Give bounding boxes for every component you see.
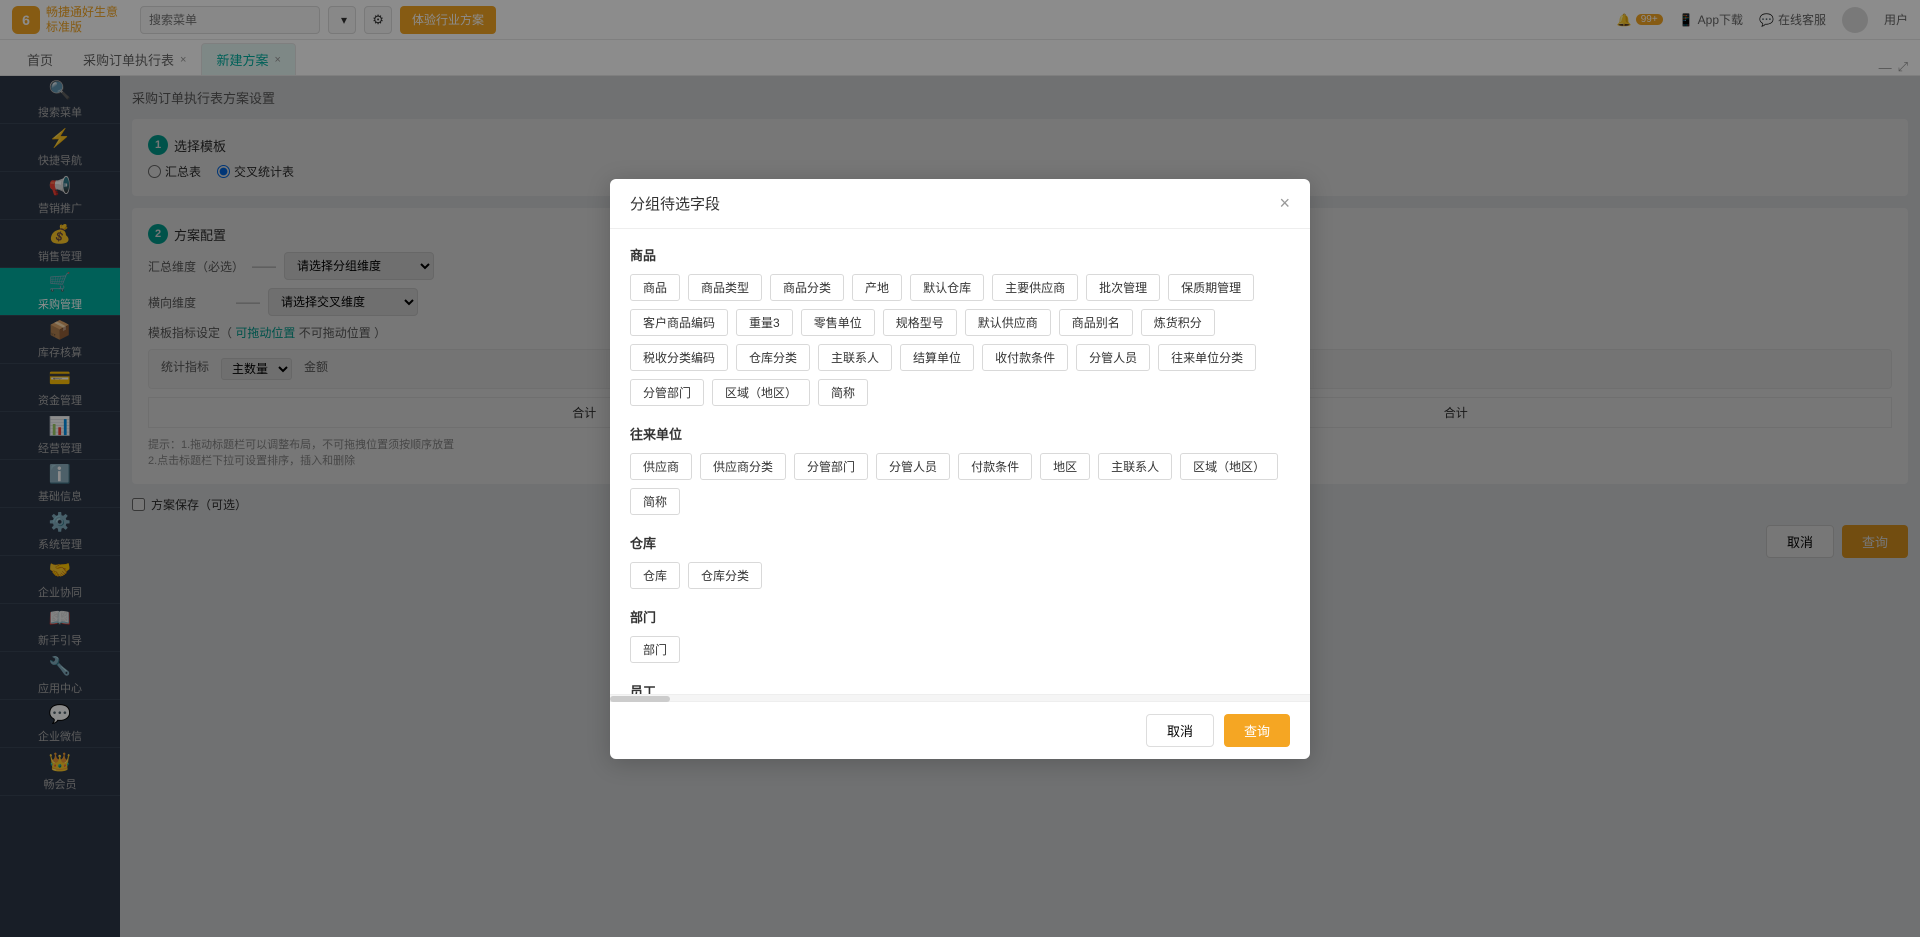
section-title-warehouse: 仓库 bbox=[630, 533, 1290, 552]
field-tag[interactable]: 零售单位 bbox=[801, 309, 875, 336]
section-title-partner: 往来单位 bbox=[630, 424, 1290, 443]
field-tag[interactable]: 炼货积分 bbox=[1141, 309, 1215, 336]
field-tag[interactable]: 分管部门 bbox=[630, 379, 704, 406]
field-tag[interactable]: 分管人员 bbox=[1076, 344, 1150, 371]
field-tag[interactable]: 保质期管理 bbox=[1168, 274, 1254, 301]
field-tag[interactable]: 重量3 bbox=[736, 309, 793, 336]
section-title-employee: 员工 bbox=[630, 681, 1290, 695]
modal-confirm-button[interactable]: 查询 bbox=[1224, 714, 1290, 747]
field-tag[interactable]: 简称 bbox=[818, 379, 868, 406]
field-section-warehouse: 仓库 仓库 仓库分类 bbox=[630, 533, 1290, 589]
field-tag[interactable]: 区域（地区） bbox=[712, 379, 810, 406]
field-tag[interactable]: 商品 bbox=[630, 274, 680, 301]
modal-close-button[interactable]: × bbox=[1279, 193, 1290, 214]
field-tag[interactable]: 批次管理 bbox=[1086, 274, 1160, 301]
field-tag[interactable]: 仓库 bbox=[630, 562, 680, 589]
modal-dialog: 分组待选字段 × 商品 商品 商品类型 商品分类 产地 默认仓库 主要供应商 批… bbox=[610, 179, 1310, 759]
modal-body[interactable]: 商品 商品 商品类型 商品分类 产地 默认仓库 主要供应商 批次管理 保质期管理… bbox=[610, 229, 1310, 695]
field-tag[interactable]: 主联系人 bbox=[818, 344, 892, 371]
modal-overlay: 分组待选字段 × 商品 商品 商品类型 商品分类 产地 默认仓库 主要供应商 批… bbox=[0, 0, 1920, 937]
section-title-product: 商品 bbox=[630, 245, 1290, 264]
field-tags-warehouse: 仓库 仓库分类 bbox=[630, 562, 1290, 589]
field-tag[interactable]: 仓库分类 bbox=[688, 562, 762, 589]
field-tag[interactable]: 供应商分类 bbox=[700, 453, 786, 480]
section-title-department: 部门 bbox=[630, 607, 1290, 626]
modal-header: 分组待选字段 × bbox=[610, 179, 1310, 229]
field-tag[interactable]: 产地 bbox=[852, 274, 902, 301]
scrollbar-thumb bbox=[610, 696, 670, 702]
field-tag[interactable]: 主要供应商 bbox=[992, 274, 1078, 301]
field-tag[interactable]: 供应商 bbox=[630, 453, 692, 480]
field-tag[interactable]: 规格型号 bbox=[883, 309, 957, 336]
modal-cancel-button[interactable]: 取消 bbox=[1146, 714, 1214, 747]
field-tag[interactable]: 主联系人 bbox=[1098, 453, 1172, 480]
field-tag[interactable]: 商品别名 bbox=[1059, 309, 1133, 336]
field-tag[interactable]: 收付款条件 bbox=[982, 344, 1068, 371]
field-tag[interactable]: 分管部门 bbox=[794, 453, 868, 480]
field-tag[interactable]: 仓库分类 bbox=[736, 344, 810, 371]
field-tag[interactable]: 区域（地区） bbox=[1180, 453, 1278, 480]
field-tag[interactable]: 税收分类编码 bbox=[630, 344, 728, 371]
field-tag[interactable]: 客户商品编码 bbox=[630, 309, 728, 336]
field-tag[interactable]: 付款条件 bbox=[958, 453, 1032, 480]
field-tags-partner: 供应商 供应商分类 分管部门 分管人员 付款条件 地区 主联系人 区域（地区） … bbox=[630, 453, 1290, 515]
field-section-department: 部门 部门 bbox=[630, 607, 1290, 663]
field-tag[interactable]: 往来单位分类 bbox=[1158, 344, 1256, 371]
field-tag[interactable]: 分管人员 bbox=[876, 453, 950, 480]
field-tag[interactable]: 商品类型 bbox=[688, 274, 762, 301]
field-tag[interactable]: 商品分类 bbox=[770, 274, 844, 301]
field-tag[interactable]: 结算单位 bbox=[900, 344, 974, 371]
field-tag[interactable]: 默认仓库 bbox=[910, 274, 984, 301]
field-tag[interactable]: 默认供应商 bbox=[965, 309, 1051, 336]
field-tag[interactable]: 部门 bbox=[630, 636, 680, 663]
field-tag[interactable]: 地区 bbox=[1040, 453, 1090, 480]
modal-horizontal-scrollbar[interactable] bbox=[610, 694, 1310, 700]
modal-title: 分组待选字段 bbox=[630, 193, 720, 214]
field-tags-department: 部门 bbox=[630, 636, 1290, 663]
field-section-product: 商品 商品 商品类型 商品分类 产地 默认仓库 主要供应商 批次管理 保质期管理… bbox=[630, 245, 1290, 406]
field-section-employee: 员工 业务员 bbox=[630, 681, 1290, 695]
field-section-partner: 往来单位 供应商 供应商分类 分管部门 分管人员 付款条件 地区 主联系人 区域… bbox=[630, 424, 1290, 515]
modal-footer: 取消 查询 bbox=[610, 701, 1310, 759]
field-tag[interactable]: 简称 bbox=[630, 488, 680, 515]
field-tags-product: 商品 商品类型 商品分类 产地 默认仓库 主要供应商 批次管理 保质期管理 客户… bbox=[630, 274, 1290, 406]
